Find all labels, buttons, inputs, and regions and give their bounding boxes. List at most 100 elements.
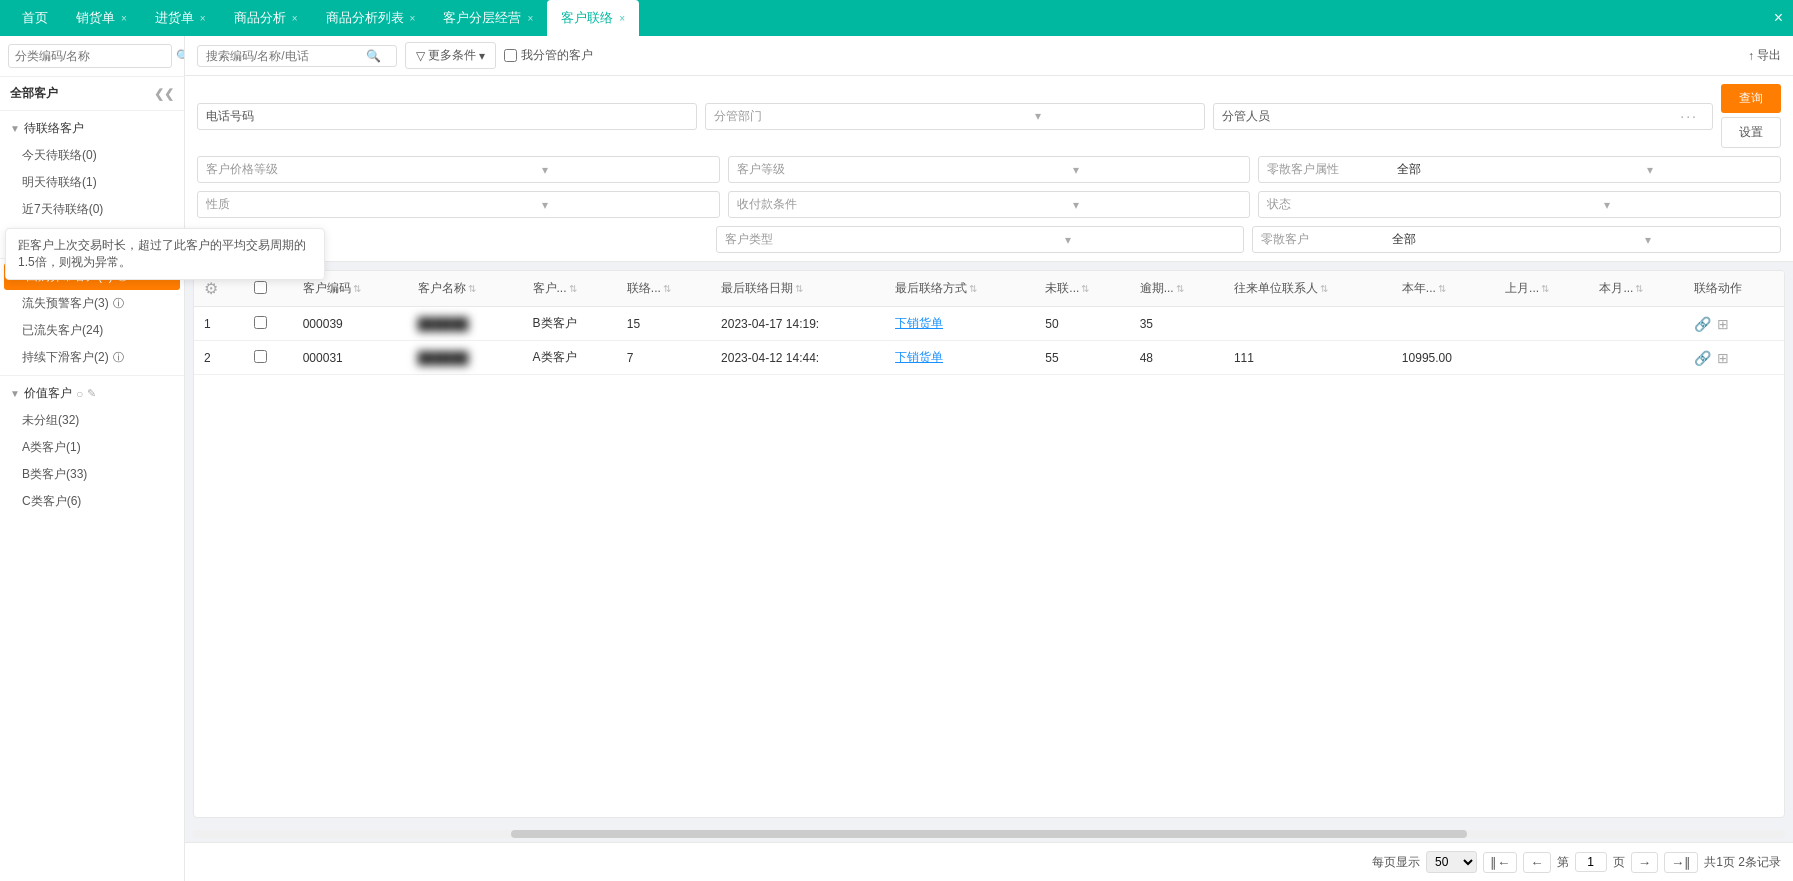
cell-last-method: 下销货单 <box>885 341 1035 375</box>
manager-field: 分管人员 ··· <box>1213 103 1713 130</box>
cell-contact: 7 <box>617 341 711 375</box>
th-name[interactable]: 客户名称⇅ <box>408 271 523 307</box>
sidebar-item-class-a[interactable]: A类客户(1) <box>0 434 184 461</box>
status-label: 状态 <box>1267 196 1435 213</box>
price-grade-select[interactable]: 客户价格等级 ▾ <box>197 156 720 183</box>
tab-sales[interactable]: 销货单 × <box>62 0 141 36</box>
sidebar-item-class-b[interactable]: B类客户(33) <box>0 461 184 488</box>
sort-not-icon: ⇅ <box>1081 283 1089 294</box>
select-all-checkbox[interactable] <box>254 281 267 294</box>
nature-select[interactable]: 性质 ▾ <box>197 191 720 218</box>
my-customer-filter: 我分管的客户 <box>504 47 593 64</box>
sidebar-item-ungroup[interactable]: 未分组(32) <box>0 407 184 434</box>
contact-method-link[interactable]: 下销货单 <box>895 350 943 364</box>
content-area: 🔍 ▽ 更多条件 ▾ 我分管的客户 ↑ 导出 电话号码 <box>185 36 1793 881</box>
cell-code: 000039 <box>293 307 408 341</box>
sidebar-collapse-btn[interactable]: ❮❮ <box>154 87 174 101</box>
next-page-btn[interactable]: → <box>1631 852 1658 873</box>
tab-customer-tier[interactable]: 客户分层经营 × <box>429 0 547 36</box>
cell-last-method: 下销货单 <box>885 307 1035 341</box>
sidebar-item-lost[interactable]: 已流失客户(24) <box>0 317 184 344</box>
query-btn[interactable]: 查询 <box>1721 84 1781 113</box>
th-this-month[interactable]: 本月...⇅ <box>1589 271 1683 307</box>
customer-grade-select[interactable]: 客户等级 ▾ <box>728 156 1251 183</box>
th-last-month[interactable]: 上月...⇅ <box>1495 271 1589 307</box>
close-tab-customer-contact[interactable]: × <box>619 13 625 24</box>
dept-label: 分管部门 <box>714 108 875 125</box>
tab-purchase[interactable]: 进货单 × <box>141 0 220 36</box>
cell-this-year: 10995.00 <box>1392 341 1495 375</box>
tab-home[interactable]: 首页 <box>8 0 62 36</box>
customer-type-select[interactable]: 客户类型 ▾ <box>716 226 1245 253</box>
value-section-header[interactable]: ▼ 价值客户 ○ ✎ <box>0 380 184 407</box>
sidebar-item-7days[interactable]: 近7天待联络(0) <box>0 196 184 223</box>
close-all-tabs[interactable]: × <box>1774 9 1783 27</box>
status-select[interactable]: 状态 ▾ <box>1258 191 1781 218</box>
action-grid-icon[interactable]: ⊞ <box>1717 316 1729 332</box>
cell-name: ██████ <box>408 307 523 341</box>
nature-label: 性质 <box>206 196 374 213</box>
close-tab-sales[interactable]: × <box>121 13 127 24</box>
horizontal-scrollbar[interactable] <box>193 830 1785 838</box>
price-grade-label: 客户价格等级 <box>206 161 374 178</box>
dept-select[interactable]: 分管部门 ▾ <box>705 103 1205 130</box>
th-overdue[interactable]: 逾期...⇅ <box>1130 271 1224 307</box>
first-page-btn[interactable]: ∥← <box>1483 852 1517 873</box>
tooltip-box: 距客户上次交易时长，超过了此客户的平均交易周期的1.5倍，则视为异常。 <box>5 228 185 280</box>
table-settings-icon[interactable]: ⚙ <box>204 280 218 297</box>
sidebar-item-lost-warning[interactable]: 流失预警客户(3) ⓘ <box>0 290 184 317</box>
sidebar-item-today[interactable]: 今天待联络(0) <box>0 142 184 169</box>
cell-this-year <box>1392 307 1495 341</box>
per-page-select[interactable]: 2050100 <box>1426 851 1477 873</box>
action-grid-icon[interactable]: ⊞ <box>1717 350 1729 366</box>
th-last-contact-date[interactable]: 最后联络日期⇅ <box>711 271 885 307</box>
value-edit-icon[interactable]: ✎ <box>87 387 96 400</box>
prev-page-btn[interactable]: ← <box>1523 852 1550 873</box>
th-type[interactable]: 客户...⇅ <box>523 271 617 307</box>
payment-label: 收付款条件 <box>737 196 905 213</box>
filter-search-input[interactable] <box>206 49 366 63</box>
manager-dots[interactable]: ··· <box>1674 108 1704 124</box>
scatter-attr-icon: ▾ <box>1647 163 1772 177</box>
sidebar-search-icon[interactable]: 🔍 <box>176 49 185 63</box>
contact-method-link[interactable]: 下销货单 <box>895 316 943 330</box>
th-not-contacted[interactable]: 未联...⇅ <box>1035 271 1129 307</box>
scatter-attr-select[interactable]: 零散客户属性 全部 ▾ <box>1258 156 1781 183</box>
row-checkbox[interactable] <box>254 350 267 363</box>
customer-type-icon: ▾ <box>1065 233 1235 247</box>
cell-checkbox <box>244 307 293 341</box>
sidebar-item-class-c[interactable]: C类客户(6) <box>0 488 184 515</box>
page-input[interactable] <box>1575 852 1607 872</box>
tab-customer-contact[interactable]: 客户联络 × <box>547 0 639 36</box>
row-checkbox[interactable] <box>254 316 267 329</box>
tab-analysis[interactable]: 商品分析 × <box>220 0 312 36</box>
action-link-icon[interactable]: 🔗 <box>1694 316 1711 332</box>
filter-search-icon[interactable]: 🔍 <box>366 49 381 63</box>
th-contact[interactable]: 联络...⇅ <box>617 271 711 307</box>
close-tab-analysis[interactable]: × <box>292 13 298 24</box>
export-btn[interactable]: ↑ 导出 <box>1748 47 1781 64</box>
th-last-contact-method[interactable]: 最后联络方式⇅ <box>885 271 1035 307</box>
scatter-customer-label: 零散客户 <box>1261 231 1388 248</box>
last-page-btn[interactable]: →∥ <box>1664 852 1698 873</box>
cell-checkbox <box>244 341 293 375</box>
my-customer-checkbox[interactable] <box>504 49 517 62</box>
close-tab-analysis-list[interactable]: × <box>410 13 416 24</box>
pending-group-header[interactable]: ▼ 待联络客户 <box>0 115 184 142</box>
th-this-year[interactable]: 本年...⇅ <box>1392 271 1495 307</box>
action-link-icon[interactable]: 🔗 <box>1694 350 1711 366</box>
cell-last-month <box>1495 341 1589 375</box>
payment-select[interactable]: 收付款条件 ▾ <box>728 191 1251 218</box>
settings-btn[interactable]: 设置 <box>1721 117 1781 148</box>
close-tab-customer-tier[interactable]: × <box>527 13 533 24</box>
scatter-customer-select[interactable]: 零散客户 全部 ▾ <box>1252 226 1781 253</box>
tab-analysis-list[interactable]: 商品分析列表 × <box>312 0 430 36</box>
sidebar-search-input[interactable] <box>8 44 172 68</box>
close-tab-purchase[interactable]: × <box>200 13 206 24</box>
phone-input[interactable] <box>262 109 688 123</box>
more-conditions-btn[interactable]: ▽ 更多条件 ▾ <box>405 42 496 69</box>
th-unit-contact[interactable]: 往来单位联系人⇅ <box>1224 271 1392 307</box>
sidebar-item-declining[interactable]: 持续下滑客户(2) ⓘ <box>0 344 184 371</box>
sidebar-item-tomorrow[interactable]: 明天待联络(1) <box>0 169 184 196</box>
th-action: 联络动作 <box>1684 271 1784 307</box>
